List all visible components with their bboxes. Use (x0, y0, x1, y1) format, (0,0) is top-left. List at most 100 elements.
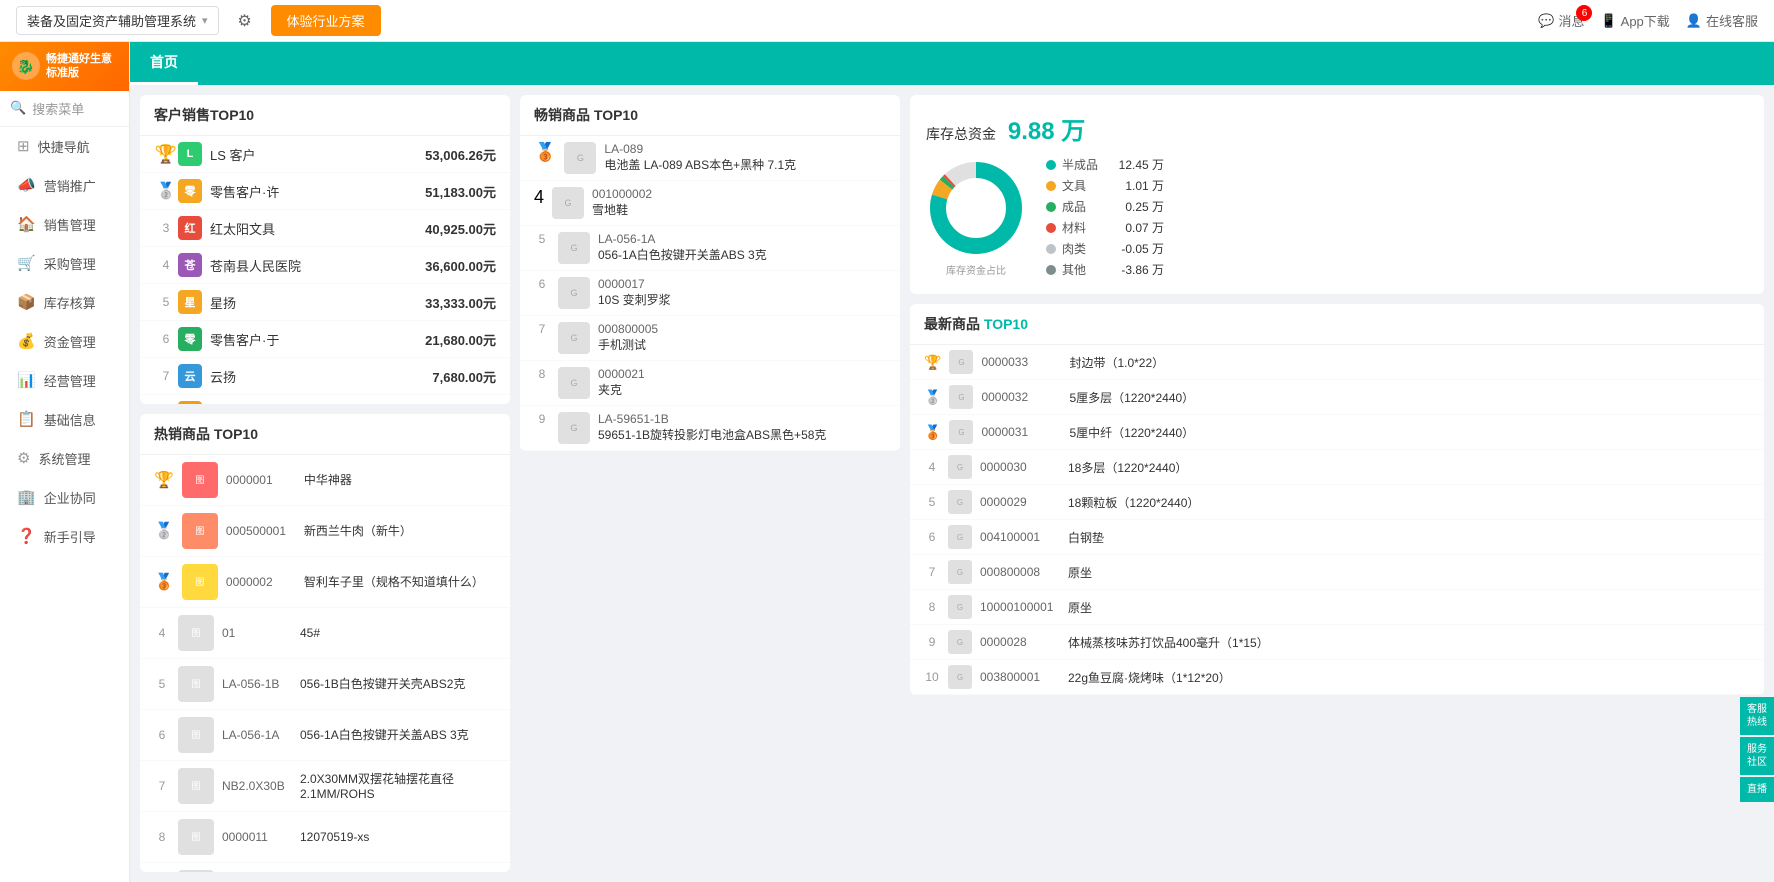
customer-name: 零售客户·许 (202, 182, 425, 201)
product-img: G (564, 142, 596, 174)
bestseller-row: 4 G 001000002 雪地鞋 (520, 181, 900, 226)
enterprise-icon: 🏢 (17, 488, 36, 506)
customer-name: 星扬 (202, 293, 425, 312)
customer-amount: 7,680.00元 (432, 367, 496, 386)
tab-home[interactable]: 首页 (130, 42, 198, 85)
product-name: 中华神器 (304, 471, 352, 488)
purchase-icon: 🛒 (17, 254, 36, 272)
info-icon: 📋 (17, 410, 36, 428)
new-product-row: 6 G 004100001 白钢垫 (910, 520, 1764, 555)
product-name: 056-1A白色按键开关盖ABS 3克 (300, 726, 469, 743)
sales-icon: 🏠 (17, 215, 36, 233)
hot-product-row: 7 图 NB2.0X30B 2.0X30MM双摆花轴摆花直径2.1MM/ROHS (140, 761, 510, 812)
product-img: 图 (182, 462, 218, 498)
product-img: G (948, 490, 972, 514)
bestseller-list: 🥉 G LA-089 电池盖 LA-089 ABS本色+黑种 7.1克 4 G … (520, 136, 900, 451)
sidebar-item-sales[interactable]: 🏠 销售管理 (0, 205, 129, 244)
sidebar-item-label: 销售管理 (44, 215, 96, 234)
main-layout: 🐉 畅捷通好生意 标准版 🔍 搜索菜单 ⊞ 快捷导航 📣 营销推广 🏠 销售管理… (0, 42, 1774, 882)
customer-name: 苍南县人民医院 (202, 256, 425, 275)
product-code: LA-056-1A (598, 232, 886, 246)
home-icon: ⊞ (17, 137, 30, 155)
system-selector[interactable]: 装备及固定资产辅助管理系统 ▾ (16, 6, 219, 35)
inventory-icon: 📦 (17, 293, 36, 311)
sidebar-item-marketing[interactable]: 📣 营销推广 (0, 166, 129, 205)
notification-badge-count: 6 (1576, 5, 1592, 21)
new-product-row: 🥉 G 0000031 5厘中纤（1220*2440） (910, 415, 1764, 450)
cs-community-btn[interactable]: 服务社区 (1740, 737, 1774, 775)
sidebar-item-label: 企业协同 (44, 488, 96, 507)
gear-icon: ⚙ (17, 449, 30, 467)
hot-products-list: 🏆 图 0000001 中华神器 🥈 图 000500001 新西兰牛肉（新牛）… (140, 455, 510, 872)
sidebar-item-enterprise[interactable]: 🏢 企业协同 (0, 478, 129, 517)
sidebar-item-inventory[interactable]: 📦 库存核算 (0, 283, 129, 322)
product-img: G (949, 420, 973, 444)
cs-live-btn[interactable]: 直播 (1740, 777, 1774, 802)
new-product-row: 5 G 0000029 18颗粒板（1220*2440） (910, 485, 1764, 520)
hot-product-row: 6 图 LA-056-1A 056-1A白色按键开关盖ABS 3克 (140, 710, 510, 761)
product-code: NB2.0X30B (222, 779, 292, 793)
rank-number: 5 (924, 495, 940, 509)
medal-icon: 🥉 (154, 572, 174, 592)
customer-row: 7 云 云扬 7,680.00元 (140, 358, 510, 395)
sidebar-item-purchase[interactable]: 🛒 采购管理 (0, 244, 129, 283)
online-service-button[interactable]: 👤 在线客服 (1686, 11, 1758, 30)
legend-dot (1046, 181, 1056, 191)
main-content: 客户销售TOP10 🏆 L LS 客户 53,006.26元 🥈 零 零售客户·… (130, 85, 1774, 882)
product-img: G (949, 350, 973, 374)
product-info: LA-089 电池盖 LA-089 ABS本色+黑种 7.1克 (604, 142, 886, 173)
operations-icon: 📊 (17, 371, 36, 389)
medal-icon: 🥈 (154, 521, 174, 541)
rank-number: 8 (534, 367, 550, 381)
legend-dot (1046, 202, 1056, 212)
product-name: 22g鱼豆腐·烧烤味（1*12*20） (1068, 669, 1231, 686)
rank-number: 6 (154, 728, 170, 742)
product-code: 0000017 (598, 277, 886, 291)
sidebar-item-label: 快捷导航 (38, 137, 90, 156)
cs-hotline-btn[interactable]: 客服热线 (1740, 697, 1774, 735)
app-download-button[interactable]: 📱 App下载 (1600, 11, 1669, 30)
product-code: LA-59651-1B (598, 412, 886, 426)
rank-badge: 星 (178, 290, 202, 314)
product-info: 000800005 手机测试 (598, 322, 886, 353)
product-name: 原坐 (1068, 599, 1092, 616)
sidebar-item-basic-info[interactable]: 📋 基础信息 (0, 400, 129, 439)
chart-label: 库存资金占比 (946, 262, 1006, 277)
sidebar-item-finance[interactable]: 💰 资金管理 (0, 322, 129, 361)
sidebar-item-guide[interactable]: ❓ 新手引导 (0, 517, 129, 556)
customer-row: 3 红 红太阳文具 40,925.00元 (140, 210, 510, 247)
bestseller-row: 8 G 0000021 夹克 (520, 361, 900, 406)
sidebar-item-quick-nav[interactable]: ⊞ 快捷导航 (0, 127, 129, 166)
product-img: 图 (178, 768, 214, 804)
sidebar-search[interactable]: 🔍 搜索菜单 (0, 91, 129, 127)
product-code: 0000001 (226, 473, 296, 487)
product-code: 000800005 (598, 322, 886, 336)
phone-icon: 📱 (1600, 13, 1616, 29)
finance-icon: 💰 (17, 332, 36, 350)
product-name: 5厘中纤（1220*2440） (1069, 424, 1194, 441)
sidebar-item-system[interactable]: ⚙ 系统管理 (0, 439, 129, 478)
product-name: 056-1B白色按键开关壳ABS2克 (300, 675, 465, 692)
product-code: 0000029 (980, 495, 1060, 509)
rank-number: 5 (534, 232, 550, 246)
rank-number: 6 (924, 530, 940, 544)
legend-item: 文具 1.01 万 (1046, 177, 1164, 194)
guide-icon: ❓ (17, 527, 36, 545)
new-products-list: 🏆 G 0000033 封边带（1.0*22） 🥈 G 0000032 5厘多层… (910, 345, 1764, 695)
product-code: 0000030 (980, 460, 1060, 474)
product-code: LA-056-1A (222, 728, 292, 742)
customer-row: 6 零 零售客户·于 21,680.00元 (140, 321, 510, 358)
product-code: 0000031 (981, 425, 1061, 439)
inventory-total-value: 9.88 万 (1008, 118, 1085, 145)
hot-product-row: 4 图 01 45# (140, 608, 510, 659)
legend-item: 肉类 -0.05 万 (1046, 240, 1164, 257)
notification-button[interactable]: 💬 消息 6 (1538, 11, 1584, 30)
sidebar-item-operations[interactable]: 📊 经营管理 (0, 361, 129, 400)
customer-row: 8 肖 肖总 7,563.00元 (140, 395, 510, 404)
new-product-row: 8 G 10000100001 原坐 (910, 590, 1764, 625)
experience-button[interactable]: 体验行业方案 (271, 5, 381, 36)
rank-badge: 苍 (178, 253, 202, 277)
sidebar-item-label: 营销推广 (44, 176, 96, 195)
settings-icon[interactable]: ⚙ (231, 7, 259, 35)
product-img: 图 (178, 870, 214, 872)
